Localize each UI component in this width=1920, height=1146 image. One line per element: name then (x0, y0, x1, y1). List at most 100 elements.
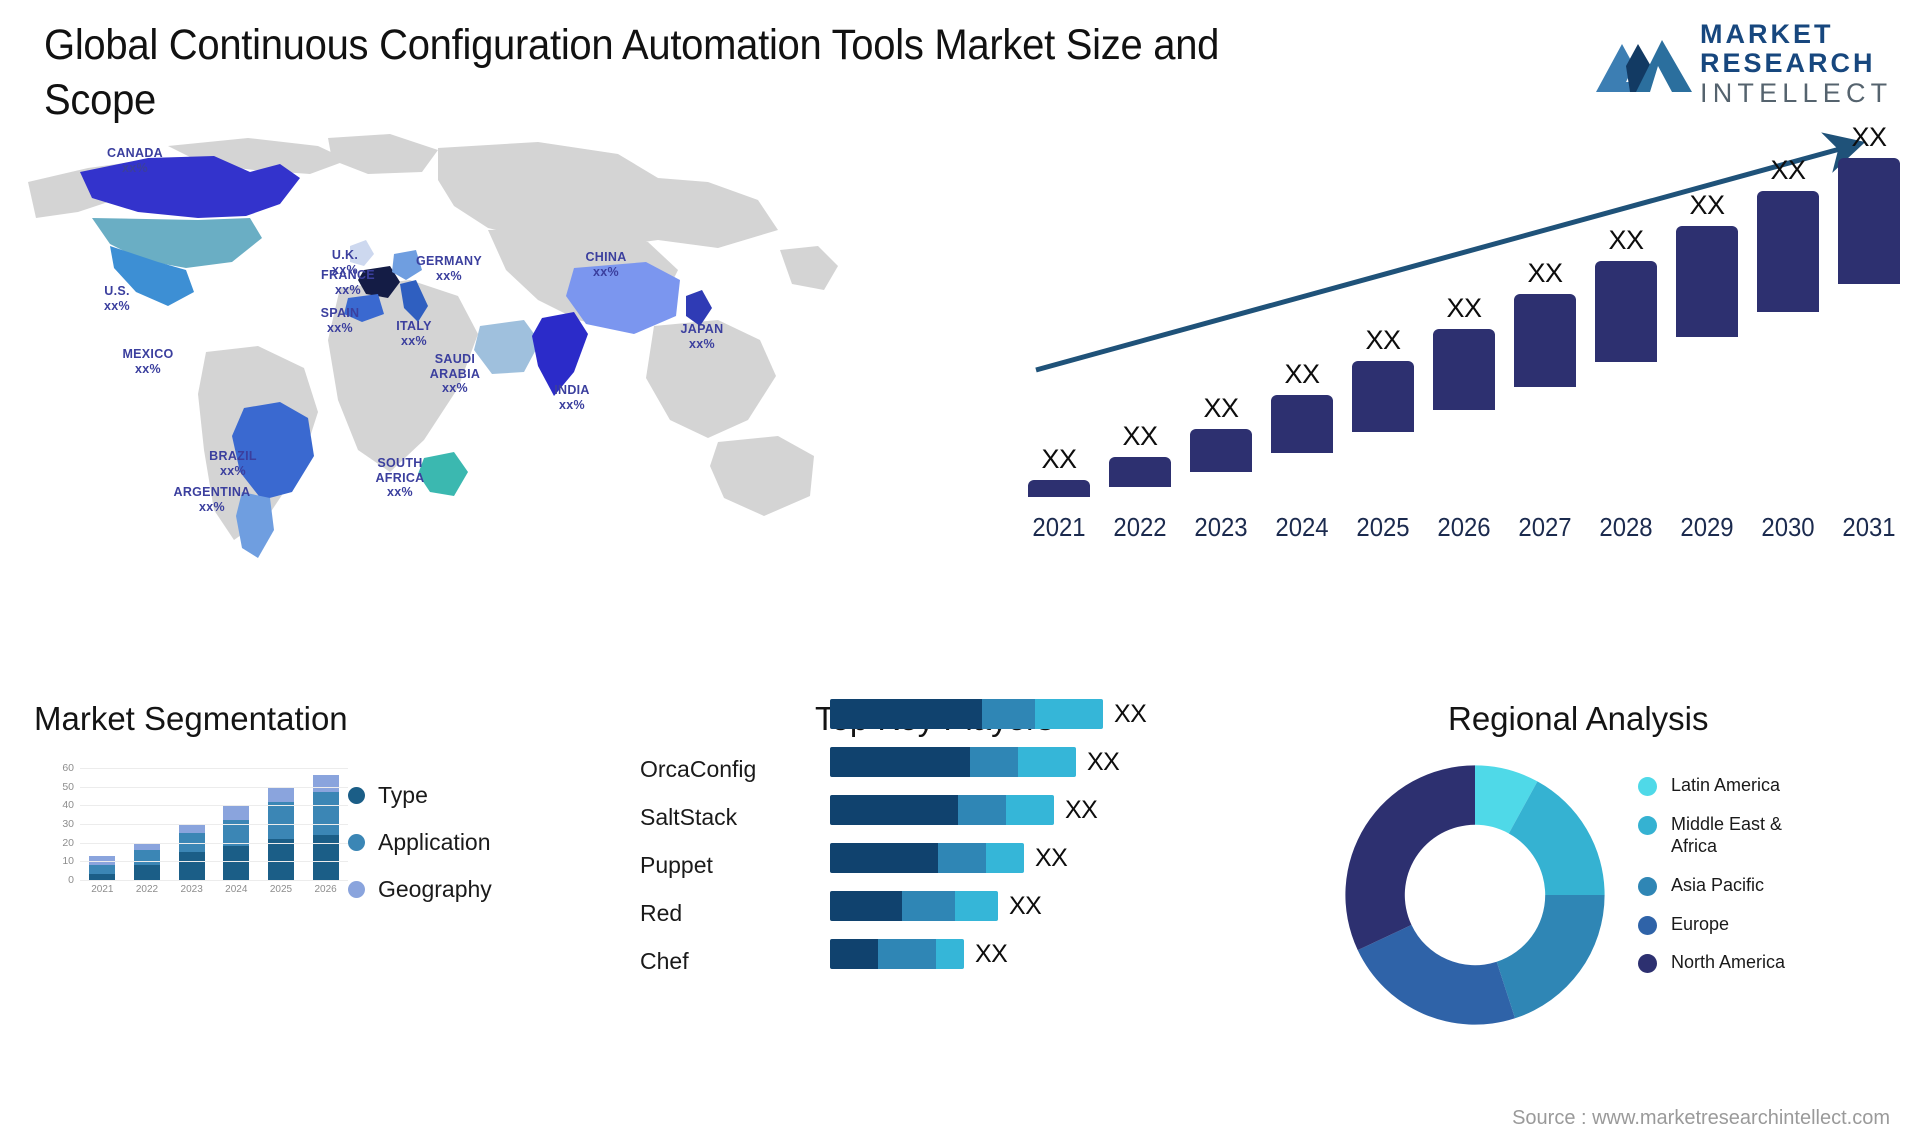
forecast-bar-2026: XX (1433, 293, 1495, 506)
key-player-segment-part-2 (982, 699, 1035, 729)
segmentation-x-tick: 2023 (180, 884, 203, 895)
segmentation-x-axis: 2021 2022 2023 2024 2025 2026 (80, 884, 348, 895)
segmentation-gridline (80, 861, 348, 863)
regional-legend-item[interactable]: Latin America (1638, 774, 1821, 797)
key-player-value: XX (975, 939, 1008, 968)
forecast-bar-stack (1676, 226, 1738, 506)
forecast-bar-stack (1595, 261, 1657, 506)
map-label-country: ARGENTINA (173, 485, 251, 499)
segmentation-x-tick: 2025 (269, 884, 293, 895)
key-player-bar-row: XX (830, 882, 1190, 930)
map-label-percent: xx% (689, 336, 715, 351)
key-player-segment-part-1 (830, 699, 982, 729)
map-label-mexico: MEXICO xx% (122, 347, 173, 376)
key-player-segment-part-1 (830, 939, 878, 969)
legend-dot-icon (348, 834, 365, 851)
key-player-segment-part-1 (830, 843, 938, 873)
forecast-year-label: 2029 (1680, 512, 1734, 542)
forecast-segment-segment-1-top (1757, 190, 1819, 312)
source-attribution: Source : www.marketresearchintellect.com (1512, 1107, 1890, 1129)
donut-slice-north-america[interactable] (1345, 765, 1475, 951)
page-title: Global Continuous Configuration Automati… (44, 21, 1220, 125)
key-player-value: XX (1065, 795, 1098, 824)
forecast-bar-stack (1514, 294, 1576, 506)
world-map: CANADA xx% U.S. xx% MEXICO xx% BRAZIL xx% ARGENT… (18, 120, 848, 570)
map-label-percent: xx% (559, 397, 585, 412)
forecast-bar-2030: XX (1757, 155, 1819, 506)
segmentation-segment-type (178, 852, 205, 880)
map-label-india: INDIA xx% (554, 383, 590, 412)
key-player-segment-part-1 (830, 747, 970, 777)
forecast-segment-segment-1-top (1514, 294, 1576, 388)
segmentation-segment-type (223, 846, 250, 880)
forecast-bar-2022: XX (1109, 421, 1171, 506)
regional-legend-item[interactable]: Europe (1638, 913, 1821, 936)
forecast-bar-2024: XX (1271, 359, 1333, 506)
forecast-year-label: 2031 (1842, 512, 1896, 542)
map-label-percent: xx% (122, 160, 148, 175)
map-label-percent: xx% (220, 463, 246, 478)
map-country-south-africa (418, 452, 468, 496)
key-player-segment-part-2 (970, 747, 1018, 777)
forecast-bar-2025: XX (1352, 325, 1414, 506)
key-player-bar (830, 747, 1076, 777)
key-player-value: XX (1114, 699, 1147, 728)
segmentation-legend-item[interactable]: Application (348, 829, 492, 856)
map-label-argentina: ARGENTINA xx% (173, 485, 250, 514)
key-player-bar-list: XX XX XX XX XX XX (830, 690, 1190, 978)
segmentation-segment-application (133, 850, 160, 866)
segmentation-bar-2025 (267, 786, 294, 880)
map-label-country: GERMANY (416, 254, 482, 268)
segmentation-segment-geography (133, 842, 160, 851)
key-player-segment-part-2 (878, 939, 936, 969)
key-player-name: OrcaConfig (640, 755, 757, 782)
brand-logo: MARKET RESEARCH INTELLECT (1596, 18, 1896, 108)
forecast-bar-value: XX (1446, 293, 1482, 324)
forecast-bar-value: XX (1527, 258, 1563, 289)
forecast-bar-value: XX (1689, 190, 1725, 221)
key-player-name-list: OrcaConfig SaltStack Puppet Red Chef (640, 745, 800, 985)
key-player-segment-part-2 (958, 795, 1006, 825)
segmentation-legend-label: Type (378, 782, 428, 808)
segmentation-legend-item[interactable]: Geography (348, 876, 492, 903)
logo-line-market: MARKET (1700, 19, 1834, 49)
key-player-segment-part-3 (1035, 699, 1103, 729)
logo-mountain-icon (1596, 40, 1692, 92)
regional-legend-item[interactable]: Asia Pacific (1638, 874, 1821, 897)
map-label-percent: xx% (199, 499, 225, 514)
legend-dot-icon (1638, 877, 1657, 897)
segmentation-y-tick: 20 (62, 836, 74, 849)
donut-slice-asia-pacific[interactable] (1496, 895, 1605, 1019)
forecast-bar-value: XX (1122, 420, 1158, 451)
map-label-japan: JAPAN xx% (681, 322, 724, 351)
forecast-bar-2027: XX (1514, 258, 1576, 506)
segmentation-plot-area: 0 10 20 30 40 50 60 (62, 762, 348, 886)
forecast-bar-value: XX (1041, 443, 1077, 474)
map-label-france: FRANCE xx% (321, 268, 375, 297)
key-player-segment-part-3 (936, 939, 964, 969)
regional-donut-chart (1345, 765, 1605, 1025)
segmentation-legend-item[interactable]: Type (348, 782, 492, 809)
forecast-bar-stack (1028, 479, 1090, 506)
forecast-bar-stack (1190, 429, 1252, 506)
forecast-year-label: 2022 (1113, 512, 1167, 542)
legend-dot-icon (1638, 777, 1657, 796)
map-label-china: CHINA xx% (585, 250, 626, 279)
forecast-year-label: 2030 (1761, 512, 1815, 542)
regional-legend-label: Europe (1671, 913, 1730, 934)
map-label-country: CANADA (107, 146, 163, 160)
regional-legend-item[interactable]: North America (1638, 951, 1821, 974)
map-label-percent: xx% (593, 264, 619, 279)
segmentation-segment-geography (223, 805, 250, 821)
regional-legend-item[interactable]: Middle East & Africa (1638, 813, 1821, 858)
map-label-country: SAUDI ARABIA (429, 352, 481, 381)
forecast-bar-stack (1838, 158, 1900, 506)
logo-line-intellect: INTELLECT (1700, 78, 1893, 109)
segmentation-segment-type (133, 865, 160, 880)
key-player-segment-part-3 (986, 843, 1024, 873)
key-player-segment-part-3 (1006, 795, 1054, 825)
map-label-country: ITALY (396, 319, 432, 333)
key-player-bar (830, 843, 1024, 873)
donut-slice-europe[interactable] (1357, 924, 1516, 1025)
segmentation-x-tick: 2021 (91, 884, 114, 895)
